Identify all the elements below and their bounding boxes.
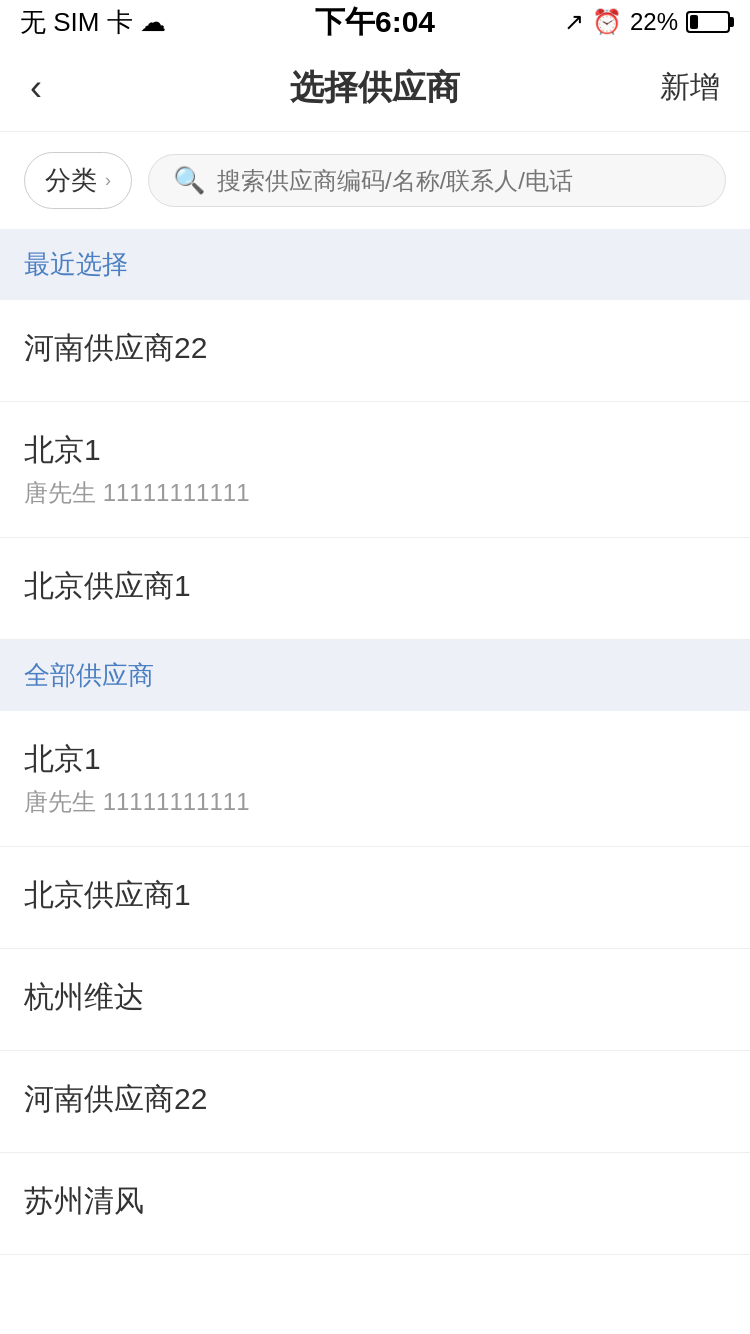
recent-section-header: 最近选择 [0,229,750,300]
category-button[interactable]: 分类 › [24,152,132,209]
item-name: 河南供应商22 [24,328,726,369]
item-name: 北京1 [24,739,726,780]
list-item[interactable]: 北京供应商1 [0,538,750,640]
recent-section-label: 最近选择 [24,249,128,279]
item-name: 苏州清风 [24,1181,726,1222]
search-icon: 🔍 [173,165,205,196]
nav-bar: ‹ 选择供应商 新增 [0,44,750,132]
search-box[interactable]: 🔍 [148,154,726,207]
item-name: 北京供应商1 [24,875,726,916]
filter-bar: 分类 › 🔍 [0,132,750,229]
chevron-right-icon: › [105,170,111,191]
list-item[interactable]: 北京1 唐先生 11111111111 [0,711,750,847]
item-name: 河南供应商22 [24,1079,726,1120]
list-item[interactable]: 河南供应商22 [0,300,750,402]
status-right: ↗ ⏰ 22% [564,8,730,36]
list-item[interactable]: 杭州维达 [0,949,750,1051]
alarm-icon: ⏰ [592,8,622,36]
all-section-label: 全部供应商 [24,660,154,690]
add-button[interactable]: 新增 [660,67,720,108]
status-bar: 无 SIM 卡 ☁ 下午6:04 ↗ ⏰ 22% [0,0,750,44]
item-sub: 唐先生 11111111111 [24,477,726,509]
item-sub: 唐先生 11111111111 [24,786,726,818]
item-name: 杭州维达 [24,977,726,1018]
item-name: 北京供应商1 [24,566,726,607]
item-name: 北京1 [24,430,726,471]
category-label: 分类 [45,163,97,198]
list-item[interactable]: 北京供应商1 [0,847,750,949]
signal-text: 无 SIM 卡 ☁ [20,5,166,40]
battery-percent: 22% [630,8,678,36]
search-input[interactable] [217,167,701,195]
all-section-header: 全部供应商 [0,640,750,711]
page-title: 选择供应商 [90,65,660,111]
list-item[interactable]: 北京1 唐先生 11111111111 [0,402,750,538]
location-icon: ↗ [564,8,584,36]
recent-list: 河南供应商22 北京1 唐先生 11111111111 北京供应商1 [0,300,750,640]
back-button[interactable]: ‹ [30,67,90,109]
list-item[interactable]: 河南供应商22 [0,1051,750,1153]
status-left: 无 SIM 卡 ☁ [20,5,166,40]
list-item[interactable]: 苏州清风 [0,1153,750,1255]
battery-fill [690,15,698,29]
status-time: 下午6:04 [315,2,435,43]
all-list: 北京1 唐先生 11111111111 北京供应商1 杭州维达 河南供应商22 … [0,711,750,1255]
battery-icon [686,11,730,33]
